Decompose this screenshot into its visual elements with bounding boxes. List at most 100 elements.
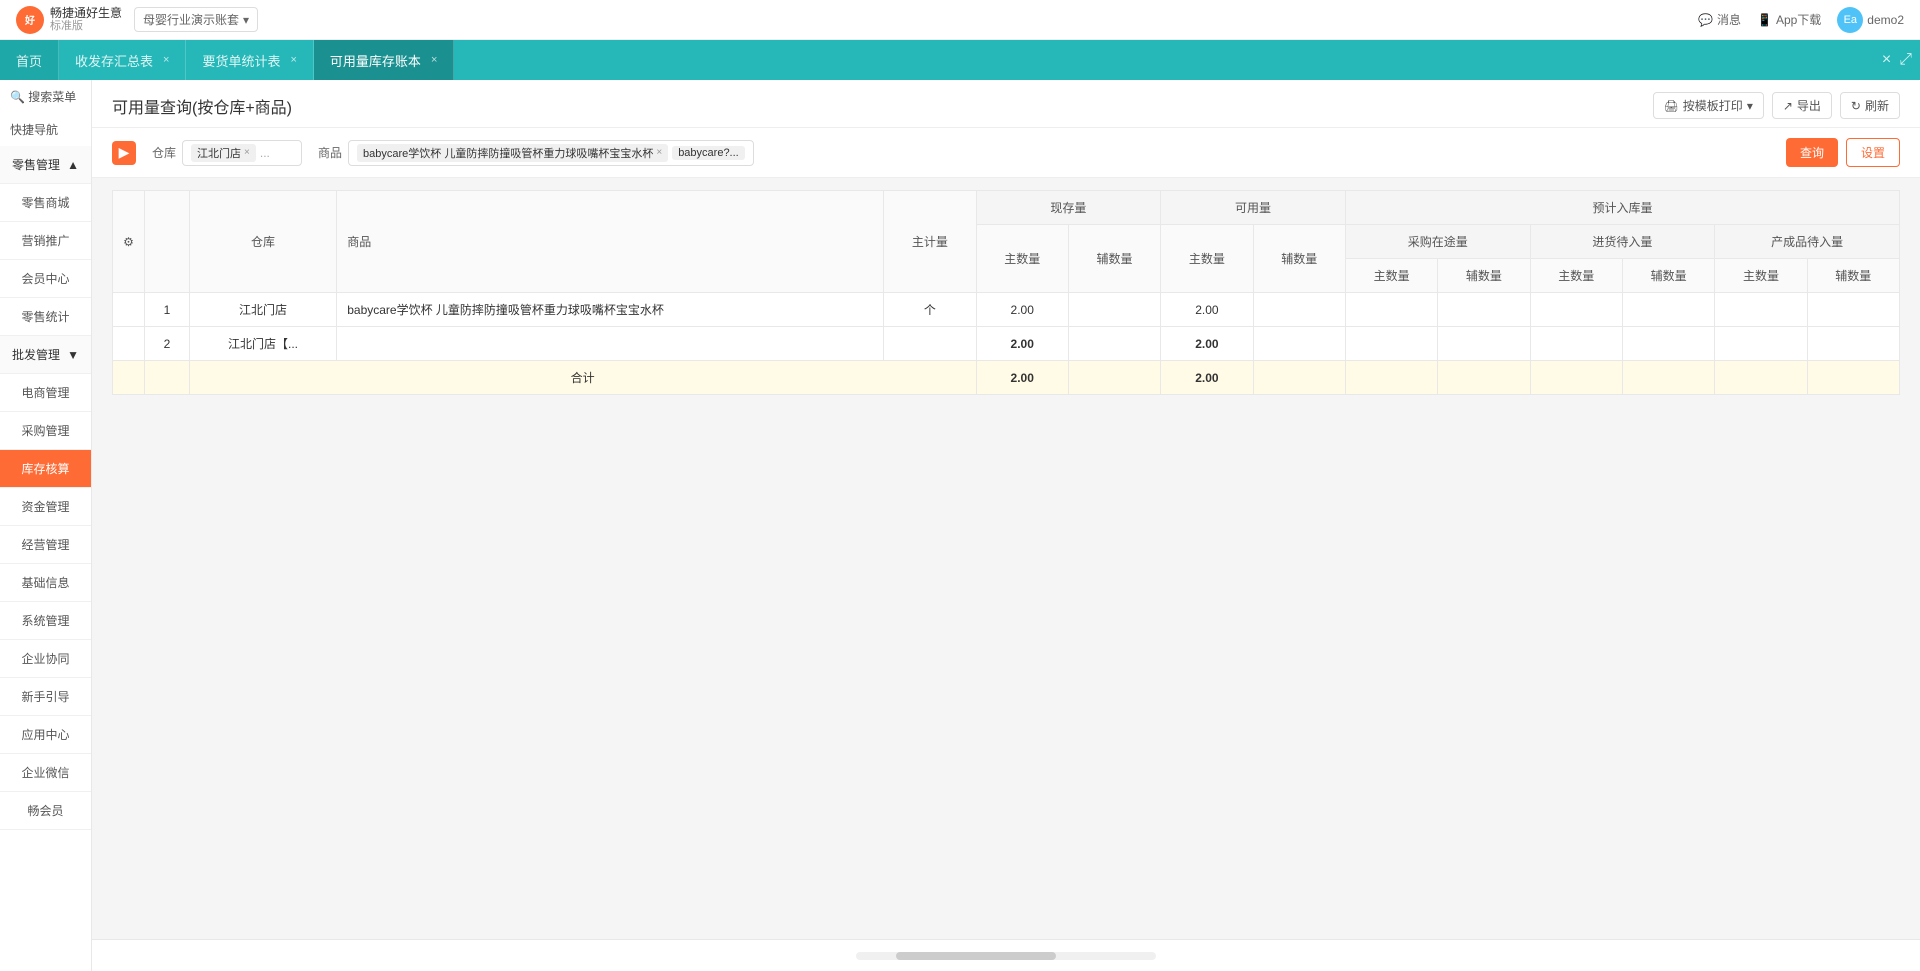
tab-home[interactable]: 首页 [0, 40, 59, 80]
total-incoming-aux [1622, 361, 1714, 395]
nav-controls: × ⤢ [1874, 40, 1920, 80]
row2-incoming-aux [1622, 327, 1714, 361]
chevron-up-icon: ▲ [67, 158, 79, 172]
tab-order[interactable]: 要货单统计表 × [186, 40, 313, 80]
tab-order-close[interactable]: × [290, 54, 296, 66]
total-purchase-main [1345, 361, 1437, 395]
row1-product: babycare学饮杯 儿童防摔防撞吸管杯重力球吸嘴杯宝宝水杯 [337, 293, 884, 327]
product-col-header: 商品 [337, 191, 884, 293]
row2-warehouse: 江北门店【... [189, 327, 336, 361]
print-button[interactable]: 🖨 按模板打印 [1653, 92, 1764, 119]
warehouse-filter-dots[interactable]: ... [260, 146, 270, 160]
product-filter-tags[interactable]: babycare学饮杯 儿童防摔防撞吸管杯重力球吸嘴杯宝宝水杯 × babyca… [348, 140, 754, 166]
app-download-button[interactable]: 📱 App下载 [1757, 11, 1821, 28]
app-logo-text: 畅捷通好生意 标准版 [50, 6, 122, 34]
nav-expand-btn[interactable]: ⤢ [1899, 51, 1912, 69]
sidebar-item-operation[interactable]: 经营管理 [0, 526, 91, 564]
sidebar-item-enterprise[interactable]: 企业协同 [0, 640, 91, 678]
sidebar-item-system[interactable]: 系统管理 [0, 602, 91, 640]
total-current-aux [1068, 361, 1160, 395]
sidebar-item-zero-retail[interactable]: 零售管理 ▲ [0, 146, 91, 184]
tab-available[interactable]: 可用量库存账本 × [314, 40, 454, 80]
sidebar-search[interactable]: 🔍 搜索菜单 [0, 80, 91, 113]
current-main-header: 主数量 [976, 225, 1068, 293]
settings-button[interactable]: 设置 [1846, 138, 1900, 167]
sidebar-item-retail-stats[interactable]: 零售统计 [0, 298, 91, 336]
page-actions: 🖨 按模板打印 ↗ 导出 ↻ 刷新 [1653, 92, 1900, 119]
row1-unit: 个 [884, 293, 976, 327]
total-incoming-main [1530, 361, 1622, 395]
nav-close-btn[interactable]: × [1882, 51, 1891, 69]
sidebar-quick-nav[interactable]: 快捷导航 [0, 113, 91, 146]
incoming-main-header: 主数量 [1530, 259, 1622, 293]
row2-purchase-aux [1438, 327, 1530, 361]
sidebar-item-ecommerce[interactable]: 电商管理 [0, 374, 91, 412]
industry-selector[interactable]: 母婴行业演示账套 [134, 7, 258, 32]
tab-available-close[interactable]: × [431, 54, 437, 66]
row2-unit [884, 327, 976, 361]
sidebar-item-wholesale[interactable]: 批发管理 ▼ [0, 336, 91, 374]
filter-actions: 查询 设置 [1786, 138, 1900, 167]
filter-area: ▶ 仓库 江北门店 × ... 商品 babycare学饮杯 儿童防摔防撞吸管杯… [92, 128, 1920, 178]
row2-product-main [1715, 327, 1807, 361]
total-product-main [1715, 361, 1807, 395]
warehouse-col-header: 仓库 [189, 191, 336, 293]
row2-avail-aux [1253, 327, 1345, 361]
sidebar-item-appstore[interactable]: 应用中心 [0, 716, 91, 754]
warehouse-tag-close[interactable]: × [244, 147, 250, 158]
sidebar-item-marketing[interactable]: 营销推广 [0, 222, 91, 260]
export-icon: ↗ [1783, 99, 1793, 113]
row1-purchase-main [1345, 293, 1437, 327]
row2-avail-main: 2.00 [1161, 327, 1253, 361]
total-current-main: 2.00 [976, 361, 1068, 395]
total-avail-aux [1253, 361, 1345, 395]
product-aux-header: 辅数量 [1807, 259, 1899, 293]
sidebar-item-inventory[interactable]: 库存核算 [0, 450, 91, 488]
sidebar-item-member[interactable]: 会员中心 [0, 260, 91, 298]
warehouse-filter-tags[interactable]: 江北门店 × ... [182, 140, 302, 166]
incoming-wait-header: 进货待入量 [1530, 225, 1715, 259]
export-button[interactable]: ↗ 导出 [1772, 92, 1832, 119]
sidebar-item-newbie[interactable]: 新手引导 [0, 678, 91, 716]
sidebar-item-retail-mall[interactable]: 零售商城 [0, 184, 91, 222]
nav-tabs-bar: 首页 收发存汇总表 × 要货单统计表 × 可用量库存账本 × × ⤢ [0, 40, 1920, 80]
message-button[interactable]: 💬 消息 [1698, 11, 1741, 28]
query-button[interactable]: 查询 [1786, 138, 1838, 167]
row1-warehouse: 江北门店 [189, 293, 336, 327]
product-wait-header: 产成品待入量 [1715, 225, 1900, 259]
refresh-button[interactable]: ↻ 刷新 [1840, 92, 1900, 119]
sidebar-item-member2[interactable]: 畅会员 [0, 792, 91, 830]
sidebar-item-basic[interactable]: 基础信息 [0, 564, 91, 602]
row1-index: 1 [145, 293, 190, 327]
logo-area: 好 畅捷通好生意 标准版 [16, 6, 122, 34]
avatar: Ea [1837, 7, 1863, 33]
main-layout: 🔍 搜索菜单 快捷导航 零售管理 ▲ 零售商城 营销推广 会员中心 零售统计 批… [0, 80, 1920, 971]
row1-product-main [1715, 293, 1807, 327]
filter-expand-button[interactable]: ▶ [112, 141, 136, 165]
scrollbar-track[interactable] [856, 952, 1156, 960]
row2-current-main: 2.00 [976, 327, 1068, 361]
sidebar-item-purchase[interactable]: 采购管理 [0, 412, 91, 450]
table-row: 2 江北门店【... 2.00 2.00 [113, 327, 1900, 361]
sidebar-item-finance[interactable]: 资金管理 [0, 488, 91, 526]
row1-current-aux [1068, 293, 1160, 327]
row1-incoming-main [1530, 293, 1622, 327]
row1-avail-aux [1253, 293, 1345, 327]
row1-purchase-aux [1438, 293, 1530, 327]
tab-receive-close[interactable]: × [163, 54, 169, 66]
available-header: 可用量 [1161, 191, 1346, 225]
warehouse-filter-group: 仓库 江北门店 × ... [152, 140, 302, 166]
tab-receive[interactable]: 收发存汇总表 × [59, 40, 186, 80]
total-label: 合计 [189, 361, 976, 395]
avail-aux-header: 辅数量 [1253, 225, 1345, 293]
app-logo-icon: 好 [16, 6, 44, 34]
row2-settings [113, 327, 145, 361]
message-icon: 💬 [1698, 13, 1713, 27]
user-profile[interactable]: Ea demo2 [1837, 7, 1904, 33]
sidebar-item-wechat[interactable]: 企业微信 [0, 754, 91, 792]
scrollbar-thumb[interactable] [896, 952, 1056, 960]
total-row: 合计 2.00 2.00 [113, 361, 1900, 395]
table-footer [92, 939, 1920, 971]
purchase-main-header: 主数量 [1345, 259, 1437, 293]
product-tag-1-close[interactable]: × [656, 147, 662, 158]
